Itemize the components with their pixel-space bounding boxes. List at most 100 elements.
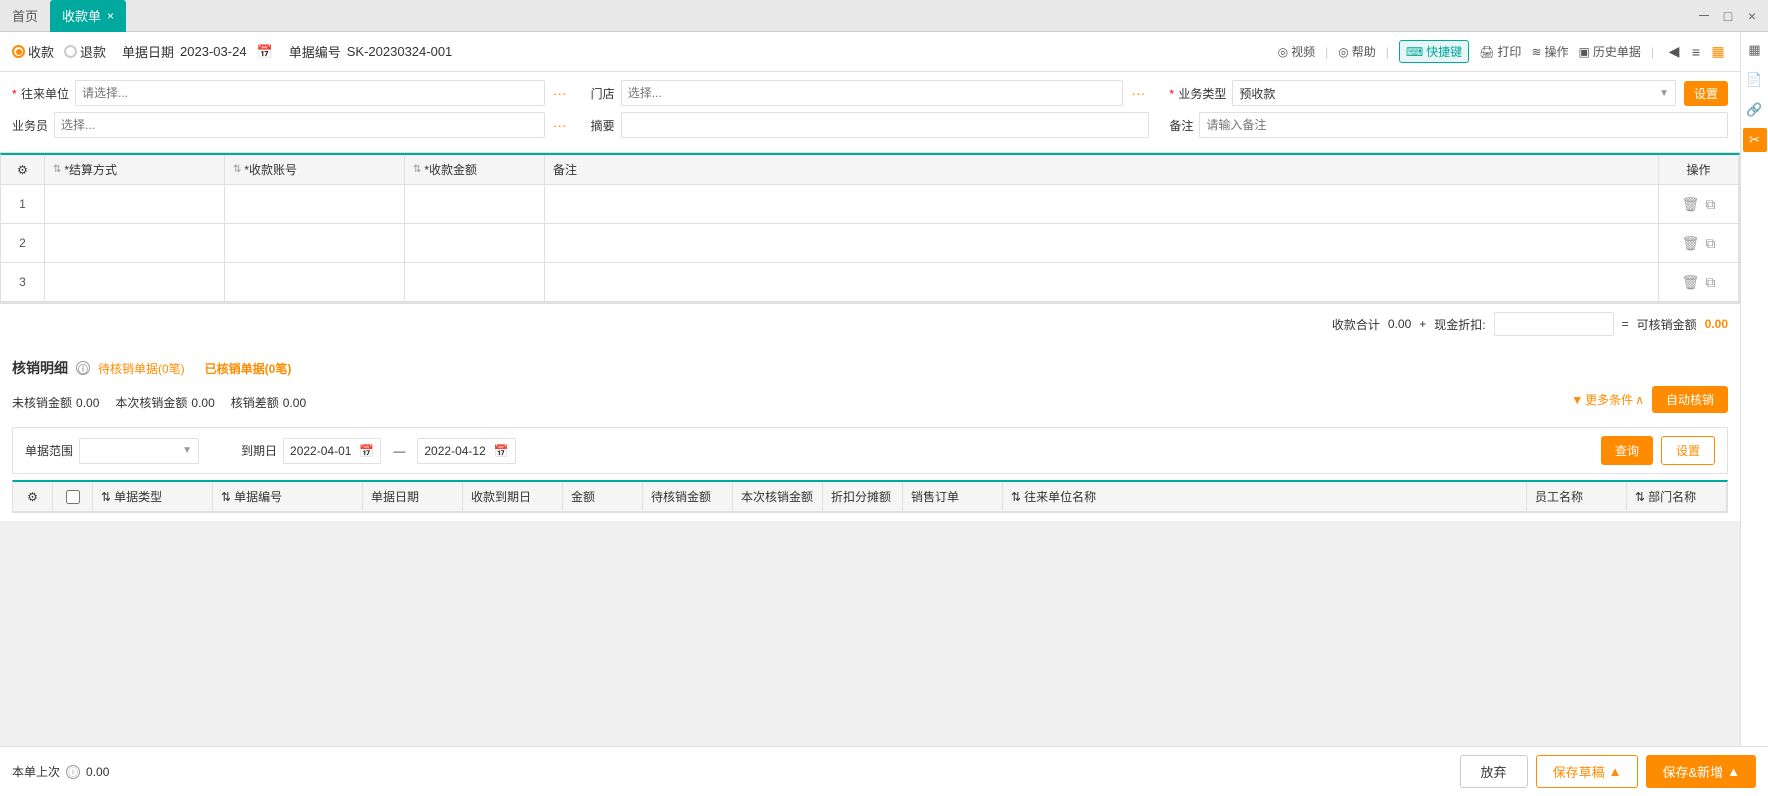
td-amount-1[interactable] <box>405 185 545 223</box>
layout-list-icon[interactable]: ≡ <box>1686 42 1706 62</box>
td-account-2[interactable] <box>225 224 405 262</box>
td-account-1[interactable] <box>225 185 405 223</box>
select-all-checkbox[interactable] <box>66 490 80 504</box>
td-settlement-3[interactable] <box>45 263 225 301</box>
print-btn[interactable]: 🖨 打印 <box>1479 43 1521 60</box>
verify-tab-pending[interactable]: 待核销单据(0笔) <box>98 360 185 377</box>
video-icon: ◎ <box>1278 45 1288 59</box>
td-amount-2[interactable] <box>405 224 545 262</box>
tab-home[interactable]: 首页 <box>0 0 50 32</box>
verify-title: 核销明细 ⓘ 待核销单据(0笔) 已核销单据(0笔) <box>12 358 1728 378</box>
close-window-btn[interactable]: × <box>1744 8 1760 24</box>
radio-receipt[interactable]: 收款 <box>12 42 54 61</box>
tab-receipt[interactable]: 收款单 × <box>50 0 126 32</box>
abandon-btn[interactable]: 放弃 <box>1460 755 1528 788</box>
minimize-btn[interactable]: － <box>1696 8 1712 24</box>
right-panel-grid-icon[interactable]: ▦ <box>1743 38 1767 62</box>
range-select[interactable]: ▼ <box>79 438 199 464</box>
more-conditions-btn[interactable]: ▼ 更多条件 ∧ <box>1571 391 1644 408</box>
auto-verify-btn[interactable]: 自动核销 <box>1652 386 1728 413</box>
calendar-icon[interactable]: 📅 <box>257 44 273 60</box>
date-from-input[interactable]: 2022-04-01 📅 <box>283 438 381 464</box>
td-settlement-1[interactable] <box>45 185 225 223</box>
verify-info-icon[interactable]: ⓘ <box>76 361 90 375</box>
td-action-1: 🗑 ⧉ <box>1659 185 1739 223</box>
staff-input[interactable] <box>54 112 545 138</box>
right-panel-doc-icon[interactable]: 📄 <box>1743 68 1767 92</box>
store-more-btn[interactable]: ··· <box>1127 85 1149 101</box>
toolbar-right: ◎ 视频 | ◎ 帮助 | ⌨ 快捷键 🖨 打印 ≋ 操作 ▣ <box>1278 40 1728 63</box>
history-btn[interactable]: ▣ 历史单据 <box>1579 43 1641 60</box>
verify-settings-btn[interactable]: 设置 <box>1661 436 1715 465</box>
td-note-1[interactable] <box>545 185 1659 223</box>
bth-type: ⇅ 单据类型 <box>93 482 213 511</box>
plus-sign: + <box>1419 317 1426 331</box>
delete-icon-1[interactable]: 🗑 <box>1682 196 1700 213</box>
bth-amount: 金额 <box>563 482 643 511</box>
bth-thistime: 本次核销金额 <box>733 482 823 511</box>
layout-prev-icon[interactable]: ◀ <box>1664 42 1684 62</box>
total-value: 0.00 <box>1388 317 1411 331</box>
date-to-input[interactable]: 2022-04-12 📅 <box>417 438 515 464</box>
shortcut-btn[interactable]: ⌨ 快捷键 <box>1399 40 1469 63</box>
tab-bar: 首页 收款单 × － □ × <box>0 0 1768 32</box>
store-input[interactable] <box>621 80 1124 106</box>
discount-input[interactable] <box>1494 312 1614 336</box>
td-action-2: 🗑 ⧉ <box>1659 224 1739 262</box>
radio-refund[interactable]: 退款 <box>64 42 106 61</box>
settings-button[interactable]: 设置 <box>1684 81 1728 106</box>
radio-receipt-label: 收款 <box>28 42 54 61</box>
business-type-select[interactable]: 预收款 ▼ <box>1232 80 1676 106</box>
stat-diff: 核销差额 0.00 <box>231 394 306 411</box>
save-draft-btn[interactable]: 保存草稿 ▲ <box>1536 755 1639 788</box>
copy-icon-2[interactable]: ⧉ <box>1705 235 1715 252</box>
query-btn[interactable]: 查询 <box>1601 436 1653 465</box>
save-new-btn[interactable]: 保存&新增 ▲ <box>1646 755 1756 788</box>
layout-grid-icon[interactable]: ▦ <box>1708 42 1728 62</box>
counterparty-field: * 往来单位 ··· <box>12 80 571 106</box>
sort-icon-type: ⇅ <box>101 490 111 504</box>
tab-receipt-label: 收款单 <box>62 6 101 25</box>
prev-info-icon[interactable]: ⓘ <box>66 765 80 779</box>
maximize-btn[interactable]: □ <box>1720 8 1736 24</box>
td-settlement-2[interactable] <box>45 224 225 262</box>
td-amount-3[interactable] <box>405 263 545 301</box>
copy-icon-3[interactable]: ⧉ <box>1705 274 1715 291</box>
th-action: 操作 <box>1659 155 1739 184</box>
order-value: SK-20230324-001 <box>347 44 453 59</box>
help-btn[interactable]: ◎ 帮助 <box>1338 43 1376 60</box>
bth-settings[interactable]: ⚙ <box>13 482 53 511</box>
tab-receipt-close[interactable]: × <box>107 9 114 23</box>
verify-stats: 未核销金额 0.00 本次核销金额 0.00 核销差额 0.00 ▼ 更多条件 … <box>12 386 1728 419</box>
remark-input[interactable] <box>1199 112 1728 138</box>
bth-salesorder: 销售订单 <box>903 482 1003 511</box>
td-note-3[interactable] <box>545 263 1659 301</box>
bth-check[interactable] <box>53 482 93 511</box>
bottom-table-header: ⚙ ⇅ 单据类型 ⇅ 单据编号 单据日期 收款到期日 <box>13 482 1727 512</box>
date-field: 单据日期 2023-03-24 📅 <box>122 42 273 61</box>
counterparty-input[interactable] <box>75 80 545 106</box>
right-panel-scissors-icon[interactable]: ✂ <box>1743 128 1767 152</box>
delete-icon-2[interactable]: 🗑 <box>1682 235 1700 252</box>
counterparty-more-btn[interactable]: ··· <box>549 85 571 101</box>
date-value: 2023-03-24 <box>180 44 247 59</box>
order-field: 单据编号 SK-20230324-001 <box>289 42 453 61</box>
td-note-2[interactable] <box>545 224 1659 262</box>
tab-home-label: 首页 <box>12 6 38 25</box>
bottom-table: ⚙ ⇅ 单据类型 ⇅ 单据编号 单据日期 收款到期日 <box>12 480 1728 513</box>
th-settings[interactable]: ⚙ <box>1 155 45 184</box>
delete-icon-3[interactable]: 🗑 <box>1682 274 1700 291</box>
bottom-bar: 本单上次 ⓘ 0.00 放弃 保存草稿 ▲ 保存&新增 ▲ <box>0 746 1768 796</box>
staff-more-btn[interactable]: ··· <box>549 117 571 133</box>
summary-input[interactable] <box>621 112 1150 138</box>
right-panel-link-icon[interactable]: 🔗 <box>1743 98 1767 122</box>
copy-icon-1[interactable]: ⧉ <box>1705 196 1715 213</box>
video-btn[interactable]: ◎ 视频 <box>1278 43 1316 60</box>
tab-bar-right: － □ × <box>1696 8 1768 24</box>
remark-label: 备注 <box>1169 117 1193 134</box>
verify-tab-done[interactable]: 已核销单据(0笔) <box>205 360 292 377</box>
table-header: ⚙ ⇅ *结算方式 ⇅ *收款账号 ⇅ *收款金额 备注 操作 <box>1 155 1739 185</box>
td-account-3[interactable] <box>225 263 405 301</box>
operation-btn[interactable]: ≋ 操作 <box>1531 43 1568 60</box>
summary-row: 收款合计 0.00 + 现金折扣: = 可核销金额 0.00 <box>0 303 1740 344</box>
